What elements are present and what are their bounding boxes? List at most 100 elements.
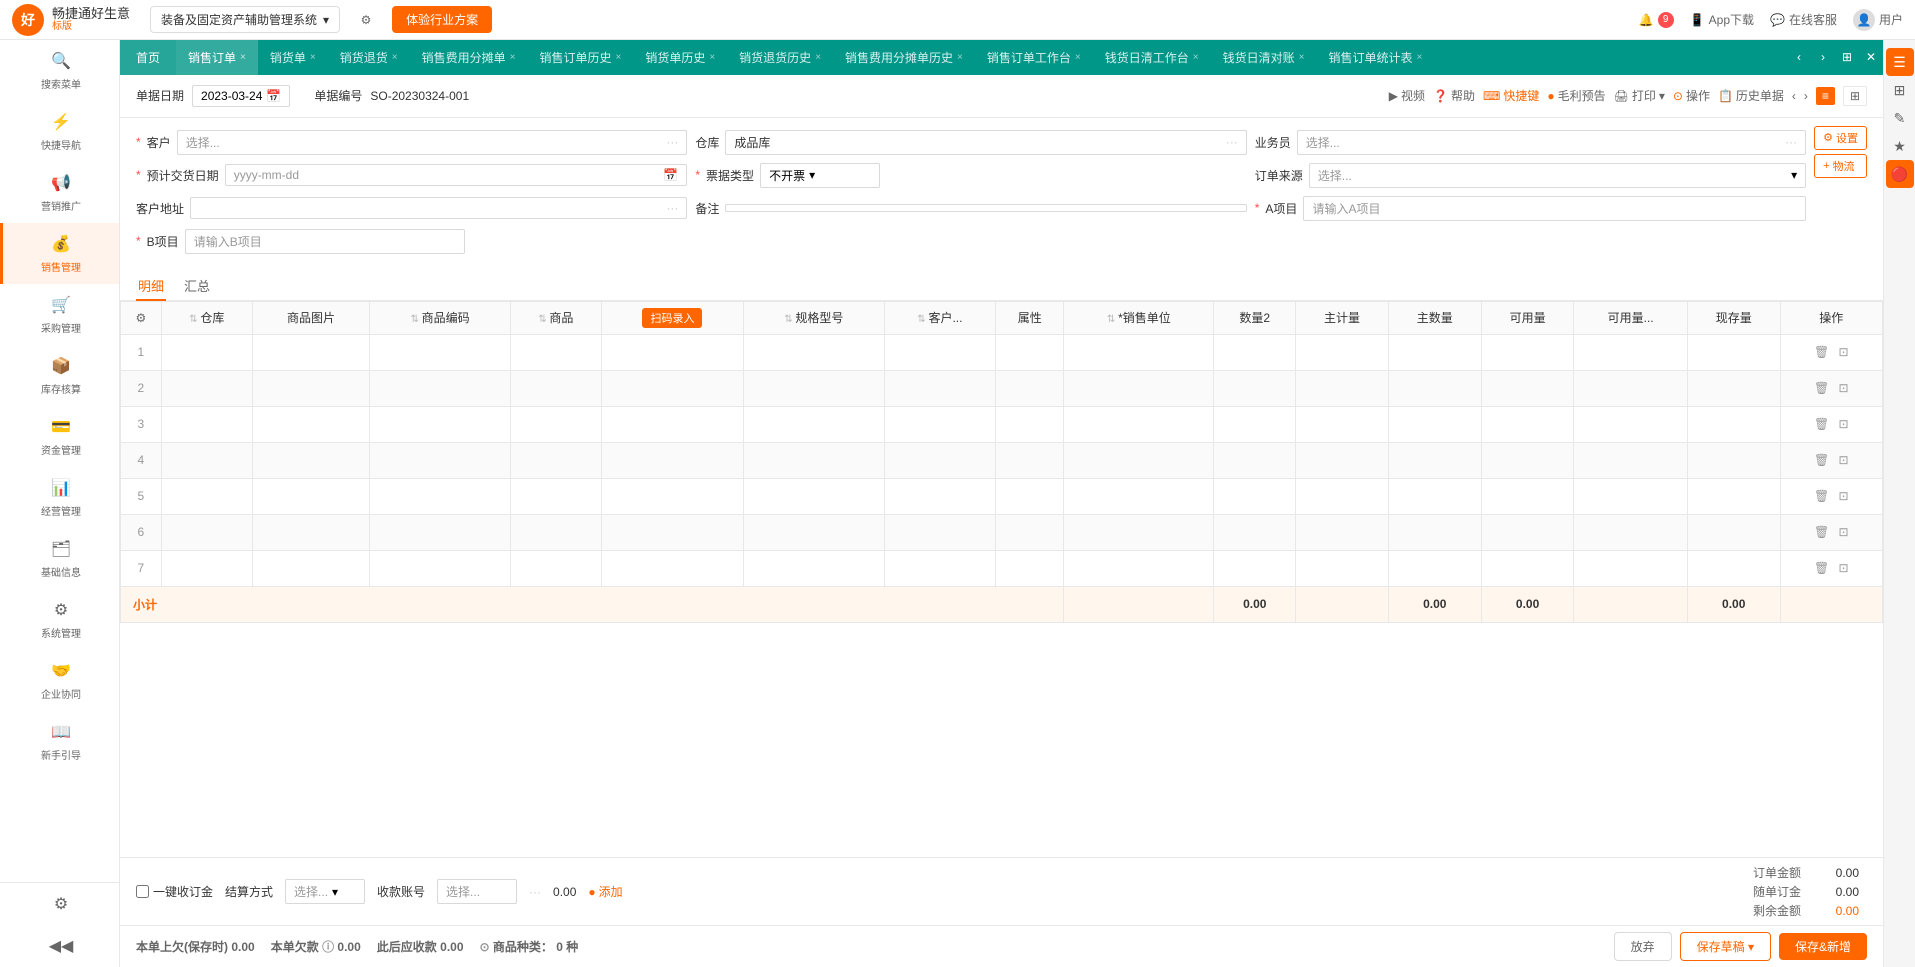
add-payment-btn[interactable]: ● 添加 xyxy=(588,883,622,900)
view-btn[interactable]: ▶ 视频 xyxy=(1389,87,1425,104)
tab-item-6[interactable]: 销货单历史× xyxy=(633,40,727,75)
list-view-btn[interactable]: ≡ xyxy=(1816,87,1835,105)
copy-icon-5[interactable]: ⊡ xyxy=(1839,489,1849,503)
operations-btn[interactable]: ⊙ 操作 xyxy=(1673,87,1710,104)
col-header-scan[interactable]: 扫码录入 xyxy=(601,301,743,334)
tab-item-2[interactable]: 销货单× xyxy=(258,40,328,75)
tab-close-7[interactable]: × xyxy=(957,52,963,63)
tab-home[interactable]: 首页 xyxy=(120,40,176,75)
tab-close-6[interactable]: × xyxy=(815,52,821,63)
tab-item-8[interactable]: 销售费用分摊单历史× xyxy=(833,40,975,75)
address-input[interactable]: ··· xyxy=(190,197,687,219)
online-service[interactable]: 💬 在线客服 xyxy=(1770,11,1837,28)
tab-close-0[interactable]: × xyxy=(240,52,246,63)
grid-view-btn[interactable]: ⊞ xyxy=(1843,86,1867,106)
delete-icon-5[interactable]: 🗑 xyxy=(1814,489,1829,503)
delete-icon-6[interactable]: 🗑 xyxy=(1814,525,1829,539)
tab-item-5[interactable]: 销售订单历史× xyxy=(527,40,633,75)
tab-close-10[interactable]: × xyxy=(1299,52,1305,63)
tab-close-1[interactable]: × xyxy=(310,52,316,63)
star-icon[interactable]: ★ xyxy=(1886,132,1914,160)
tab-close-11[interactable]: × xyxy=(1416,52,1422,63)
tab-item-4[interactable]: 销售费用分摊单× xyxy=(410,40,528,75)
warehouse-input[interactable]: 成品库 ··· xyxy=(725,130,1246,155)
settings-icon[interactable]: ⚙ xyxy=(352,6,380,34)
one-click-order-label[interactable]: 一键收订金 xyxy=(136,883,213,900)
sidebar-collapse[interactable]: ◀◀ xyxy=(0,925,119,967)
delete-icon-4[interactable]: 🗑 xyxy=(1814,453,1829,467)
sidebar-item-4[interactable]: 🛒 采购管理 xyxy=(0,284,119,345)
tab-item-7[interactable]: 销货退货历史× xyxy=(727,40,833,75)
sidebar-item-5[interactable]: 📦 库存核算 xyxy=(0,345,119,406)
save-draft-btn[interactable]: 保存草稿 ▾ xyxy=(1680,932,1771,961)
tab-item-11[interactable]: 钱货日清对账× xyxy=(1211,40,1317,75)
delete-icon-3[interactable]: 🗑 xyxy=(1814,417,1829,431)
add-goods-btn[interactable]: + 物流 xyxy=(1814,154,1867,178)
copy-icon-4[interactable]: ⊡ xyxy=(1839,453,1849,467)
delivery-date-input[interactable]: yyyy-mm-dd 📅 xyxy=(225,164,688,186)
tab-item-12[interactable]: 销售订单统计表× xyxy=(1316,40,1434,75)
tab-expand-btn[interactable]: ⊞ xyxy=(1835,50,1859,64)
copy-icon-3[interactable]: ⊡ xyxy=(1839,417,1849,431)
tab-close-9[interactable]: × xyxy=(1193,52,1199,63)
tab-close-5[interactable]: × xyxy=(709,52,715,63)
sidebar-item-3[interactable]: 💰 销售管理 xyxy=(0,223,119,284)
tab-close-2[interactable]: × xyxy=(392,52,398,63)
setting-btn[interactable]: ⚙ 设置 xyxy=(1814,126,1867,150)
shortcut-btn[interactable]: ⌨ 快捷键 xyxy=(1483,87,1539,104)
profit-btn[interactable]: ● 毛利预告 xyxy=(1547,87,1605,104)
table-tab-1[interactable]: 汇总 xyxy=(182,272,212,301)
edit-icon[interactable]: ✎ xyxy=(1886,104,1914,132)
nav-prev-btn[interactable]: ‹ xyxy=(1792,89,1796,103)
invoice-type-select[interactable]: 不开票 ▾ xyxy=(760,163,880,188)
alert-icon[interactable]: 🔴 xyxy=(1886,160,1914,188)
remark-input[interactable] xyxy=(725,204,1246,212)
b-project-input[interactable]: 请输入B项目 xyxy=(185,229,465,254)
scan-btn[interactable]: 扫码录入 xyxy=(642,308,702,328)
menu-lines-icon[interactable]: ☰ xyxy=(1886,48,1914,76)
delete-icon-7[interactable]: 🗑 xyxy=(1814,561,1829,575)
trial-btn[interactable]: 体验行业方案 xyxy=(392,6,492,33)
system-selector[interactable]: 装备及固定资产辅助管理系统 ▾ xyxy=(150,6,340,33)
save-new-btn[interactable]: 保存&新增 xyxy=(1779,933,1867,960)
sidebar-item-1[interactable]: ⚡ 快捷导航 xyxy=(0,101,119,162)
print-btn[interactable]: 🖨 打印 ▾ xyxy=(1614,87,1665,104)
copy-icon-1[interactable]: ⊡ xyxy=(1839,345,1849,359)
tab-item-10[interactable]: 钱货日清工作台× xyxy=(1093,40,1211,75)
tab-next-btn[interactable]: › xyxy=(1811,50,1835,64)
a-project-input[interactable]: 请输入A项目 xyxy=(1303,196,1806,221)
sidebar-item-7[interactable]: 📊 经营管理 xyxy=(0,467,119,528)
tab-prev-btn[interactable]: ‹ xyxy=(1787,50,1811,64)
customer-input[interactable]: 选择... ··· xyxy=(177,130,688,155)
order-source-input[interactable]: 选择... ▾ xyxy=(1309,163,1806,188)
sidebar-item-11[interactable]: 📖 新手引导 xyxy=(0,711,119,772)
sidebar-item-10[interactable]: 🤝 企业协同 xyxy=(0,650,119,711)
date-input[interactable]: 2023-03-24 📅 xyxy=(192,85,290,107)
help-btn[interactable]: ❓ 帮助 xyxy=(1433,87,1475,104)
tab-close-8[interactable]: × xyxy=(1075,52,1081,63)
delete-icon-1[interactable]: 🗑 xyxy=(1814,345,1829,359)
sidebar-item-8[interactable]: 🗂 基础信息 xyxy=(0,528,119,589)
sidebar-item-0[interactable]: 🔍 搜索菜单 xyxy=(0,40,119,101)
tab-item-3[interactable]: 销货退货× xyxy=(328,40,410,75)
delete-icon-2[interactable]: 🗑 xyxy=(1814,381,1829,395)
payment-method-select[interactable]: 选择... ▾ xyxy=(285,879,365,904)
app-download[interactable]: 📱 App下载 xyxy=(1690,11,1754,28)
tab-item-9[interactable]: 销售订单工作台× xyxy=(975,40,1093,75)
notification-area[interactable]: 🔔 9 xyxy=(1639,12,1674,28)
sidebar-item-6[interactable]: 💳 资金管理 xyxy=(0,406,119,467)
sidebar-item-9[interactable]: ⚙ 系统管理 xyxy=(0,589,119,650)
sidebar-settings[interactable]: ⚙ xyxy=(0,883,119,925)
user-area[interactable]: 👤 用户 xyxy=(1853,9,1903,31)
sidebar-item-2[interactable]: 📢 营销推广 xyxy=(0,162,119,223)
tab-close-all-btn[interactable]: ✕ xyxy=(1859,50,1883,64)
one-click-order-checkbox[interactable] xyxy=(136,885,149,898)
copy-icon-2[interactable]: ⊡ xyxy=(1839,381,1849,395)
copy-icon-6[interactable]: ⊡ xyxy=(1839,525,1849,539)
table-scroll[interactable]: ⚙⇅ 仓库商品图片⇅ 商品编码⇅ 商品扫码录入⇅ 规格型号⇅ 客户...属性⇅ … xyxy=(120,301,1883,857)
tab-item-1[interactable]: 销售订单× xyxy=(176,40,258,75)
tab-close-4[interactable]: × xyxy=(615,52,621,63)
salesperson-input[interactable]: 选择... ··· xyxy=(1297,130,1806,155)
tab-close-3[interactable]: × xyxy=(510,52,516,63)
payment-account-select[interactable]: 选择... xyxy=(437,879,517,904)
